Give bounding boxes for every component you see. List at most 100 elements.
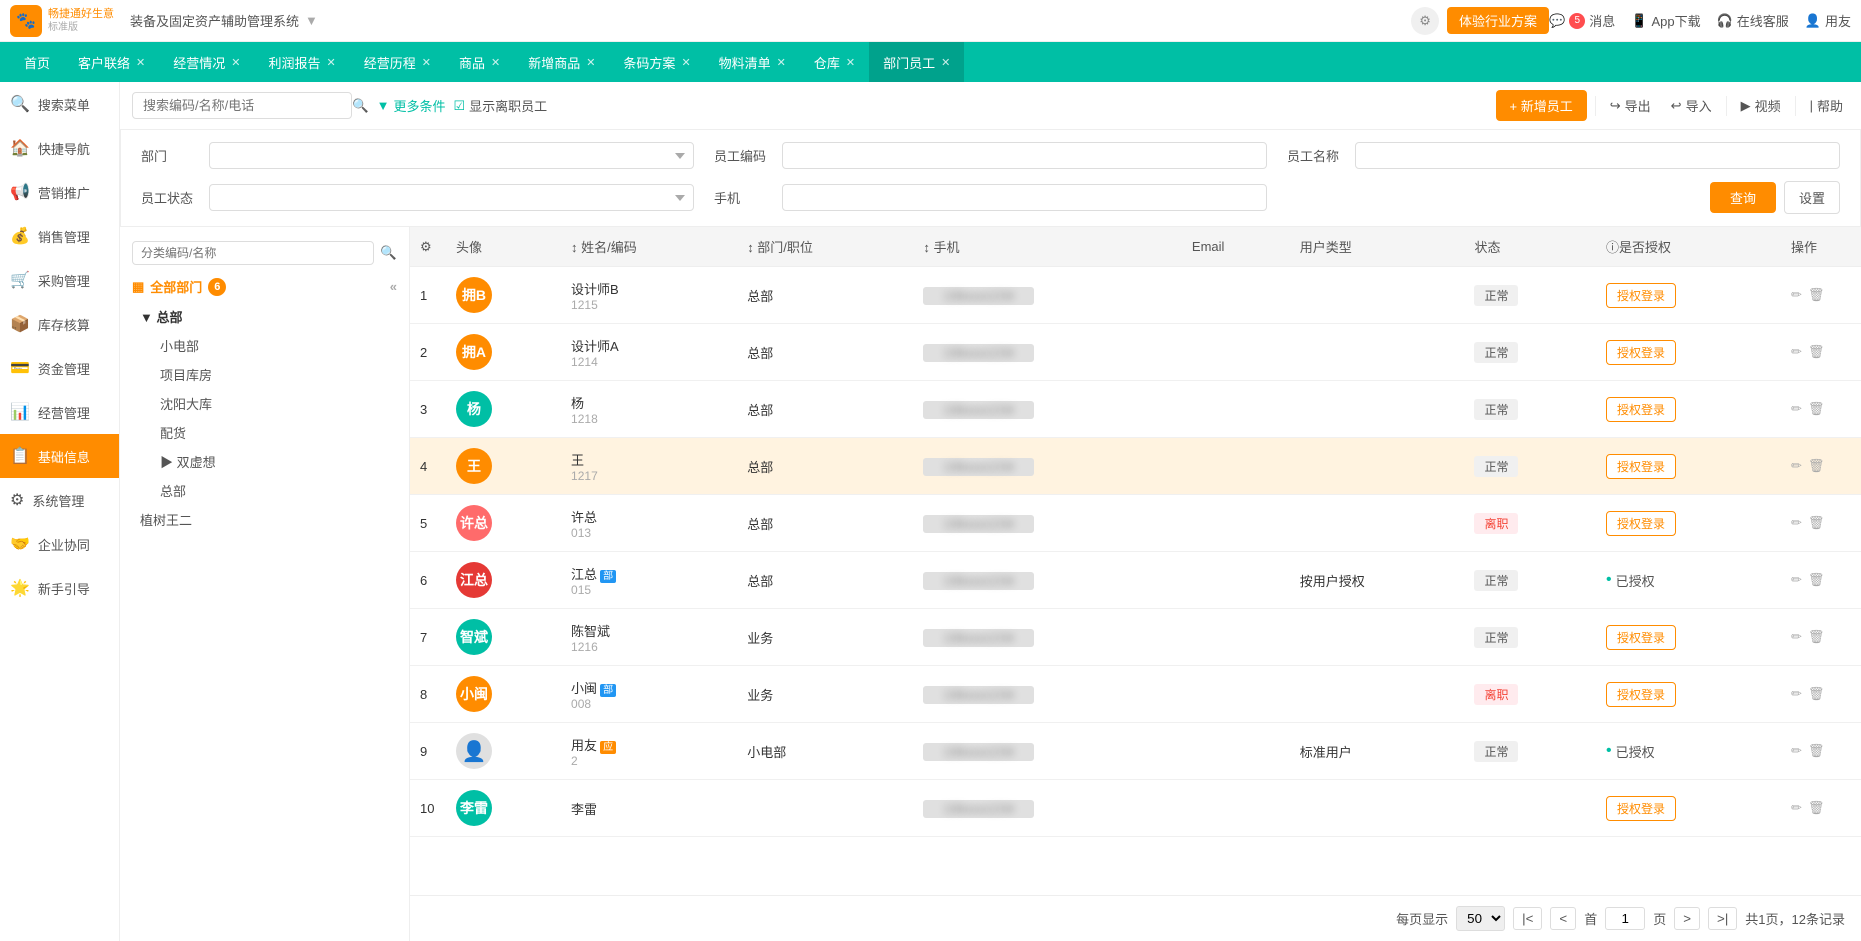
edit-button[interactable]: ✏ — [1791, 743, 1802, 758]
dept-search-input[interactable] — [132, 241, 374, 265]
prev-page-button[interactable]: < — [1550, 907, 1576, 930]
first-page-button[interactable]: |< — [1513, 907, 1542, 930]
close-icon[interactable]: ✕ — [846, 56, 855, 69]
nav-warehouse[interactable]: 仓库✕ — [800, 42, 869, 82]
close-icon[interactable]: ✕ — [586, 56, 595, 69]
delete-button[interactable]: 🗑 — [1808, 458, 1825, 473]
dept-tree-item-shuangxu[interactable]: ▶ 双虚想 — [148, 447, 409, 476]
message-button[interactable]: 💬 5 消息 — [1549, 11, 1615, 30]
filter-phone-input[interactable] — [782, 184, 1267, 211]
filter-name-input[interactable] — [1355, 142, 1840, 169]
col-phone[interactable]: ↕ 手机 — [913, 227, 1182, 267]
close-icon[interactable]: ✕ — [327, 56, 336, 69]
show-leave-checkbox[interactable]: ☑ 显示离职员工 — [454, 96, 548, 115]
close-icon[interactable]: ✕ — [681, 56, 690, 69]
dept-tree-item-shenyang[interactable]: 沈阳大库 — [148, 389, 409, 418]
sidebar-item-operations[interactable]: 📊经营管理 — [0, 390, 119, 434]
nav-bom[interactable]: 物料清单✕ — [705, 42, 800, 82]
export-button[interactable]: ↪ 导出 — [1604, 92, 1657, 119]
per-page-select[interactable]: 50 — [1456, 906, 1505, 931]
col-dept[interactable]: ↕ 部门/职位 — [737, 227, 913, 267]
app-download-button[interactable]: 📱 App下载 — [1631, 11, 1700, 30]
nav-home[interactable]: 首页 — [10, 42, 64, 82]
dropdown-icon[interactable]: ▼ — [305, 13, 318, 28]
nav-history[interactable]: 经营历程✕ — [350, 42, 445, 82]
sidebar-item-collab[interactable]: 🤝企业协同 — [0, 522, 119, 566]
add-employee-button[interactable]: + 新增员工 — [1496, 90, 1587, 121]
dept-tree-item-hq[interactable]: ▼ 总部 — [128, 302, 409, 331]
sidebar-item-search[interactable]: 🔍搜索菜单 — [0, 82, 119, 126]
nav-goods[interactable]: 商品✕ — [445, 42, 514, 82]
auth-login-button[interactable]: 授权登录 — [1606, 283, 1676, 308]
collapse-button[interactable]: « — [390, 279, 397, 294]
search-input[interactable] — [132, 92, 352, 119]
settings-button[interactable]: ⚙ — [1411, 7, 1439, 35]
sidebar-item-purchase[interactable]: 🛒采购管理 — [0, 258, 119, 302]
sidebar-item-finance[interactable]: 💳资金管理 — [0, 346, 119, 390]
dept-tree-item-project[interactable]: 项目库房 — [148, 360, 409, 389]
nav-operation[interactable]: 经营情况✕ — [159, 42, 254, 82]
nav-dept-staff[interactable]: 部门员工✕ — [869, 42, 964, 82]
next-page-button[interactable]: > — [1674, 907, 1700, 930]
auth-login-button[interactable]: 授权登录 — [1606, 397, 1676, 422]
trial-button[interactable]: 体验行业方案 — [1447, 7, 1549, 34]
delete-button[interactable]: 🗑 — [1808, 344, 1825, 359]
nav-customer[interactable]: 客户联络✕ — [64, 42, 159, 82]
filter-status-select[interactable] — [209, 184, 694, 211]
last-page-button[interactable]: >| — [1708, 907, 1737, 930]
delete-button[interactable]: 🗑 — [1808, 515, 1825, 530]
nav-barcode[interactable]: 条码方案✕ — [609, 42, 704, 82]
search-button[interactable]: 🔍 — [352, 98, 369, 114]
sidebar-item-nav[interactable]: 🏠快捷导航 — [0, 126, 119, 170]
delete-button[interactable]: 🗑 — [1808, 629, 1825, 644]
sidebar-item-guide[interactable]: 🌟新手引导 — [0, 566, 119, 610]
edit-button[interactable]: ✏ — [1791, 686, 1802, 701]
auth-login-button[interactable]: 授权登录 — [1606, 625, 1676, 650]
edit-button[interactable]: ✏ — [1791, 344, 1802, 359]
close-icon[interactable]: ✕ — [941, 56, 950, 69]
edit-button[interactable]: ✏ — [1791, 629, 1802, 644]
dept-tree-item-freight[interactable]: 配货 — [148, 418, 409, 447]
filter-code-input[interactable] — [782, 142, 1267, 169]
filter-button[interactable]: ▼ 更多条件 — [377, 96, 446, 115]
auth-login-button[interactable]: 授权登录 — [1606, 454, 1676, 479]
edit-button[interactable]: ✏ — [1791, 401, 1802, 416]
import-button[interactable]: ↩ 导入 — [1665, 92, 1718, 119]
delete-button[interactable]: 🗑 — [1808, 686, 1825, 701]
close-icon[interactable]: ✕ — [231, 56, 240, 69]
close-icon[interactable]: ✕ — [777, 56, 786, 69]
sidebar-item-basic[interactable]: 📋基础信息 — [0, 434, 119, 478]
view-button[interactable]: ▶ 视频 — [1735, 92, 1787, 119]
delete-button[interactable]: 🗑 — [1808, 572, 1825, 587]
edit-button[interactable]: ✏ — [1791, 800, 1802, 815]
dept-search-button[interactable]: 🔍 — [380, 245, 397, 261]
page-input[interactable] — [1605, 907, 1645, 930]
nav-profit[interactable]: 利润报告✕ — [254, 42, 349, 82]
dept-all[interactable]: ▦ 全部部门 6 « — [120, 271, 409, 302]
edit-button[interactable]: ✏ — [1791, 572, 1802, 587]
filter-dept-select[interactable] — [209, 142, 694, 169]
edit-button[interactable]: ✏ — [1791, 458, 1802, 473]
sidebar-item-marketing[interactable]: 📢营销推广 — [0, 170, 119, 214]
close-icon[interactable]: ✕ — [136, 56, 145, 69]
auth-login-button[interactable]: 授权登录 — [1606, 511, 1676, 536]
col-settings[interactable]: ⚙ — [410, 227, 446, 267]
close-icon[interactable]: ✕ — [491, 56, 500, 69]
dept-tree-item-zhishu[interactable]: 植树王二 — [128, 505, 409, 534]
query-button[interactable]: 查询 — [1710, 182, 1776, 213]
nav-add-goods[interactable]: 新增商品✕ — [514, 42, 609, 82]
sidebar-item-inventory[interactable]: 📦库存核算 — [0, 302, 119, 346]
sidebar-item-sales[interactable]: 💰销售管理 — [0, 214, 119, 258]
auth-login-button[interactable]: 授权登录 — [1606, 682, 1676, 707]
reset-button[interactable]: 设置 — [1784, 181, 1840, 214]
sidebar-item-system[interactable]: ⚙系统管理 — [0, 478, 119, 522]
edit-button[interactable]: ✏ — [1791, 287, 1802, 302]
auth-login-button[interactable]: 授权登录 — [1606, 340, 1676, 365]
dept-tree-item-hq2[interactable]: 总部 — [148, 476, 409, 505]
delete-button[interactable]: 🗑 — [1808, 743, 1825, 758]
delete-button[interactable]: 🗑 — [1808, 287, 1825, 302]
edit-button[interactable]: ✏ — [1791, 515, 1802, 530]
auth-login-button[interactable]: 授权登录 — [1606, 796, 1676, 821]
close-icon[interactable]: ✕ — [422, 56, 431, 69]
help-button[interactable]: | 帮助 — [1804, 92, 1849, 119]
